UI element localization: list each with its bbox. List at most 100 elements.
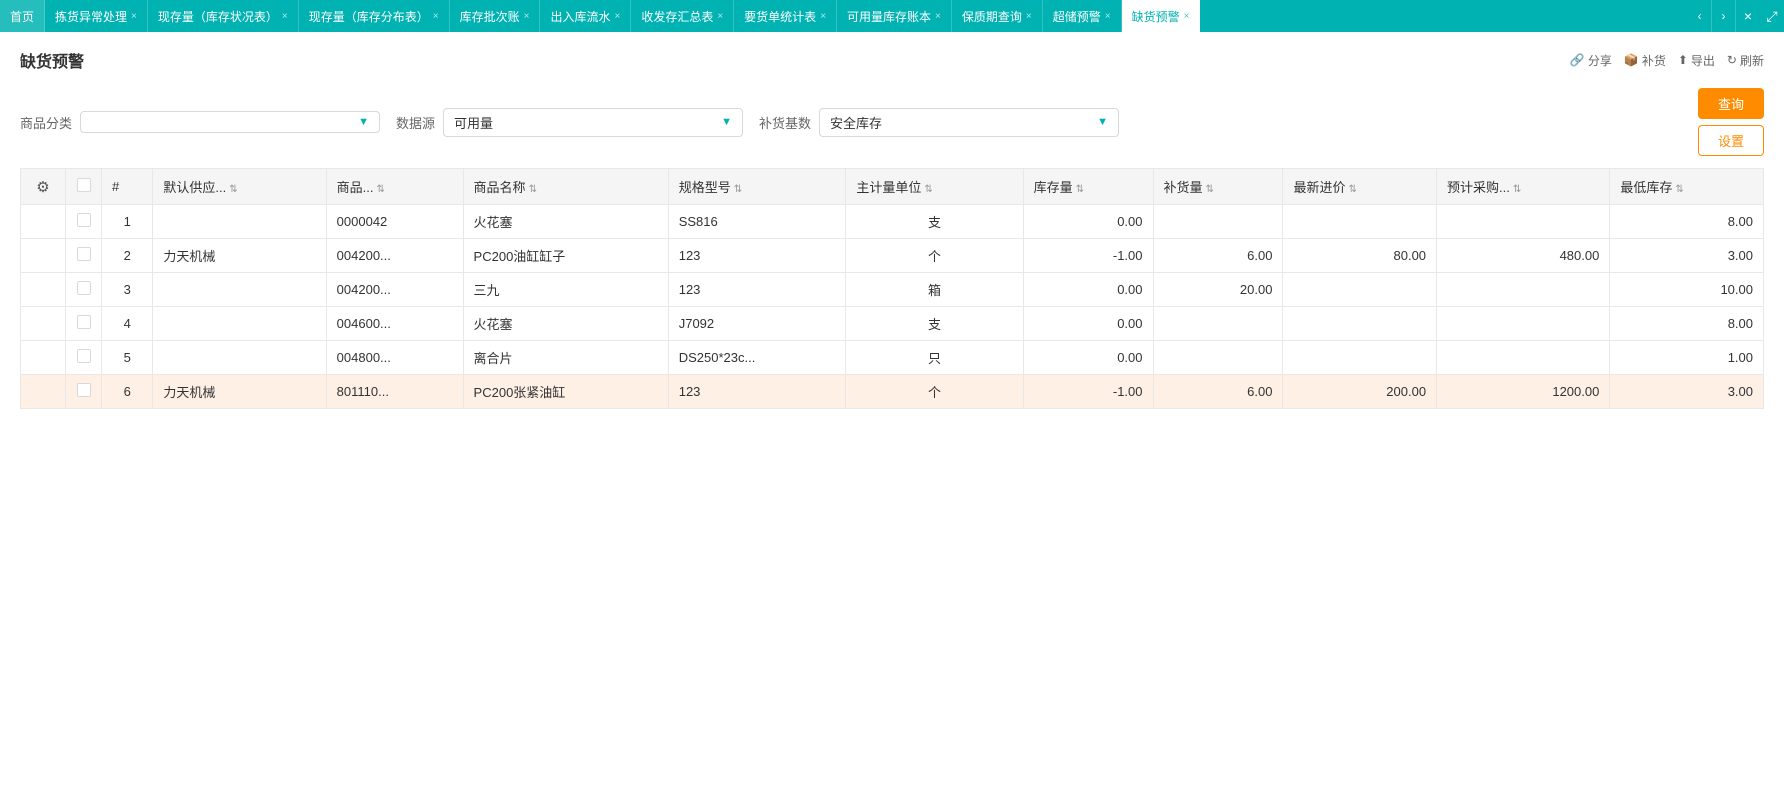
cell-supplier-1: 力天机械 — [153, 239, 326, 273]
nav-tab-close-order-stats[interactable]: × — [820, 11, 826, 22]
cell-stock-0: 0.00 — [1023, 205, 1153, 239]
sort-spec-icon: ⇅ — [734, 184, 742, 195]
select-all-checkbox[interactable] — [77, 178, 91, 192]
cell-checkbox-0 — [66, 205, 102, 239]
cell-item-code-5: 801110... — [326, 375, 463, 409]
th-item-name: 商品名称⇅ — [463, 169, 668, 205]
share-action[interactable]: 🔗 分享 — [1570, 52, 1612, 69]
cell-latest-price-4 — [1283, 341, 1437, 375]
nav-tab-overstock-warning[interactable]: 超储预警× — [1043, 0, 1122, 32]
category-select[interactable]: ▼ — [80, 111, 380, 133]
cell-latest-price-0 — [1283, 205, 1437, 239]
cell-est-purchase-1: 480.00 — [1437, 239, 1610, 273]
nav-tab-inventory-dist[interactable]: 现存量（库存分布表） × — [299, 0, 450, 32]
nav-prev-arrow[interactable]: ‹ — [1688, 0, 1712, 32]
nav-tab-receive-summary[interactable]: 收发存汇总表× — [631, 0, 734, 32]
nav-tab-label: 出入库流水 — [550, 8, 610, 25]
th-supplier: 默认供应...⇅ — [153, 169, 326, 205]
table-row: 2 力天机械 004200... PC200油缸缸子 123 个 -1.00 6… — [21, 239, 1764, 273]
nav-tab-close-inventory-status[interactable]: × — [282, 11, 288, 22]
sort-min-stock-icon: ⇅ — [1675, 184, 1683, 195]
cell-spec-5: 123 — [668, 375, 846, 409]
nav-tab-label: 现存量（库存分布表） — [309, 8, 429, 25]
export-action[interactable]: ⬆ 导出 — [1678, 52, 1715, 69]
cell-est-purchase-4 — [1437, 341, 1610, 375]
row-checkbox-0[interactable] — [77, 213, 91, 227]
th-unit: 主计量单位⇅ — [846, 169, 1023, 205]
nav-tab-batch-account[interactable]: 库存批次账× — [450, 0, 541, 32]
cell-spec-1: 123 — [668, 239, 846, 273]
nav-tab-close-receive-summary[interactable]: × — [717, 11, 723, 22]
cell-supplier-3 — [153, 307, 326, 341]
cell-est-purchase-5: 1200.00 — [1437, 375, 1610, 409]
nav-tab-label: 保质期查询 — [962, 8, 1022, 25]
table-body: 1 0000042 火花塞 SS816 支 0.00 8.00 2 力天机械 0… — [21, 205, 1764, 409]
refresh-icon: ↻ — [1727, 53, 1737, 67]
th-num: # — [102, 169, 153, 205]
datasource-select[interactable]: 可用量 ▼ — [443, 108, 743, 137]
cell-num-3: 4 — [102, 307, 153, 341]
settings-button[interactable]: 设置 — [1698, 125, 1764, 156]
nav-tab-order-stats[interactable]: 要货单统计表× — [734, 0, 837, 32]
row-checkbox-2[interactable] — [77, 281, 91, 295]
row-checkbox-4[interactable] — [77, 349, 91, 363]
restock-base-label: 补货基数 — [759, 113, 811, 132]
gear-icon[interactable]: ⚙ — [36, 179, 49, 196]
nav-tab-close-expiry-query[interactable]: × — [1026, 11, 1032, 22]
nav-tab-shortage-warning[interactable]: 缺货预警 × — [1122, 0, 1201, 32]
restock-base-select-arrow: ▼ — [1097, 116, 1108, 128]
nav-next-arrow[interactable]: › — [1712, 0, 1736, 32]
nav-tab-label: 拣货异常处理 — [55, 8, 127, 25]
nav-tab-home[interactable]: 首页 — [0, 0, 45, 32]
datasource-select-value: 可用量 — [454, 113, 493, 132]
nav-tab-close-inout-flow[interactable]: × — [614, 11, 620, 22]
row-checkbox-3[interactable] — [77, 315, 91, 329]
refresh-action[interactable]: ↻ 刷新 — [1727, 52, 1764, 69]
table-row: 3 004200... 三九 123 箱 0.00 20.00 10.00 — [21, 273, 1764, 307]
cell-est-purchase-0 — [1437, 205, 1610, 239]
cell-checkbox-4 — [66, 341, 102, 375]
cell-unit-1: 个 — [846, 239, 1023, 273]
th-restock-qty: 补货量⇅ — [1153, 169, 1283, 205]
nav-tab-close-inventory-dist[interactable]: × — [433, 11, 439, 22]
sort-est-purchase-icon: ⇅ — [1513, 184, 1521, 195]
nav-expand-button[interactable]: ⤢ — [1760, 0, 1784, 32]
cell-num-4: 5 — [102, 341, 153, 375]
datasource-filter-group: 数据源 可用量 ▼ — [396, 108, 743, 137]
sort-supplier-icon: ⇅ — [229, 184, 237, 195]
cell-stock-5: -1.00 — [1023, 375, 1153, 409]
row-checkbox-5[interactable] — [77, 383, 91, 397]
sort-item-name-icon: ⇅ — [529, 184, 537, 195]
nav-tab-label: 缺货预警 — [1132, 8, 1180, 25]
cell-gear-3 — [21, 307, 66, 341]
nav-tab-available-ledger[interactable]: 可用量库存账本 × — [837, 0, 952, 32]
restock-base-select[interactable]: 安全库存 ▼ — [819, 108, 1119, 137]
nav-tab-close-shortage-warning[interactable]: × — [1184, 11, 1190, 22]
cell-item-name-5: PC200张紧油缸 — [463, 375, 668, 409]
nav-tab-expiry-query[interactable]: 保质期查询 × — [952, 0, 1043, 32]
th-item-code: 商品...⇅ — [326, 169, 463, 205]
nav-tab-close-overstock-warning[interactable]: × — [1105, 11, 1111, 22]
cell-stock-2: 0.00 — [1023, 273, 1153, 307]
nav-tab-close-batch-account[interactable]: × — [524, 11, 530, 22]
nav-tab-close-exception[interactable]: × — [131, 11, 137, 22]
cell-min-stock-0: 8.00 — [1610, 205, 1764, 239]
nav-tab-exception[interactable]: 拣货异常处理 × — [45, 0, 148, 32]
cell-min-stock-5: 3.00 — [1610, 375, 1764, 409]
cell-restock-qty-4 — [1153, 341, 1283, 375]
nav-tab-close-available-ledger[interactable]: × — [935, 11, 941, 22]
cell-restock-qty-1: 6.00 — [1153, 239, 1283, 273]
nav-close-all-button[interactable]: × — [1736, 0, 1760, 32]
row-checkbox-1[interactable] — [77, 247, 91, 261]
nav-tab-label: 可用量库存账本 — [847, 8, 931, 25]
restock-action[interactable]: 📦 补货 — [1624, 52, 1666, 69]
datasource-filter-label: 数据源 — [396, 113, 435, 132]
cell-item-code-0: 0000042 — [326, 205, 463, 239]
cell-gear-2 — [21, 273, 66, 307]
nav-tab-inout-flow[interactable]: 出入库流水 × — [540, 0, 631, 32]
cell-num-2: 3 — [102, 273, 153, 307]
nav-tab-inventory-status[interactable]: 现存量（库存状况表）× — [148, 0, 299, 32]
sort-latest-price-icon: ⇅ — [1348, 184, 1356, 195]
cell-restock-qty-3 — [1153, 307, 1283, 341]
query-button[interactable]: 查询 — [1698, 88, 1764, 119]
